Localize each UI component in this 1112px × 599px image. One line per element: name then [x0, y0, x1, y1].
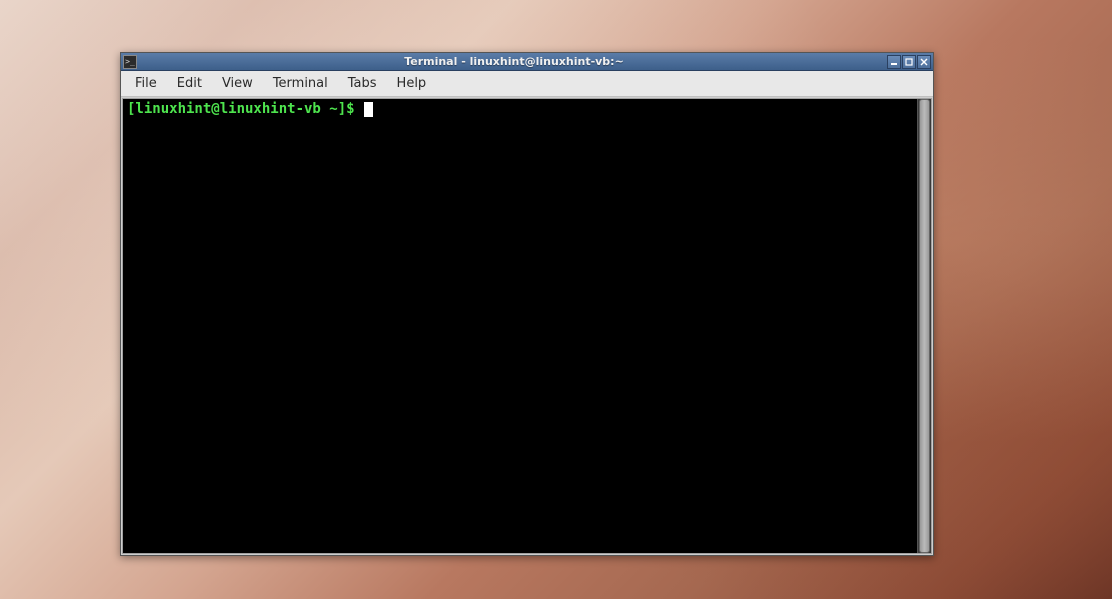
- terminal-app-icon: >_: [123, 55, 137, 69]
- prompt-line: [linuxhint@linuxhint-vb ~]$: [127, 101, 913, 118]
- window-controls: [887, 55, 931, 69]
- menu-view[interactable]: View: [212, 73, 263, 94]
- menu-edit[interactable]: Edit: [167, 73, 212, 94]
- close-icon: [920, 58, 928, 66]
- close-button[interactable]: [917, 55, 931, 69]
- cursor-block-icon: [364, 102, 373, 117]
- menu-terminal[interactable]: Terminal: [263, 73, 338, 94]
- terminal-content-wrap: [linuxhint@linuxhint-vb ~]$: [122, 98, 932, 554]
- menubar: File Edit View Terminal Tabs Help: [121, 71, 933, 97]
- menu-file[interactable]: File: [125, 73, 167, 94]
- terminal-window: >_ Terminal - linuxhint@linuxhint-vb:~: [120, 52, 934, 556]
- scrollbar-thumb[interactable]: [919, 99, 930, 553]
- menu-tabs[interactable]: Tabs: [338, 73, 387, 94]
- minimize-icon: [890, 58, 898, 66]
- titlebar[interactable]: >_ Terminal - linuxhint@linuxhint-vb:~: [121, 53, 933, 71]
- maximize-button[interactable]: [902, 55, 916, 69]
- maximize-icon: [905, 58, 913, 66]
- menu-help[interactable]: Help: [387, 73, 437, 94]
- terminal-body[interactable]: [linuxhint@linuxhint-vb ~]$: [123, 99, 917, 553]
- minimize-button[interactable]: [887, 55, 901, 69]
- shell-prompt: [linuxhint@linuxhint-vb ~]$: [127, 101, 363, 118]
- window-title: Terminal - linuxhint@linuxhint-vb:~: [141, 55, 887, 68]
- vertical-scrollbar[interactable]: [917, 99, 931, 553]
- terminal-icon-glyph: >_: [125, 57, 135, 66]
